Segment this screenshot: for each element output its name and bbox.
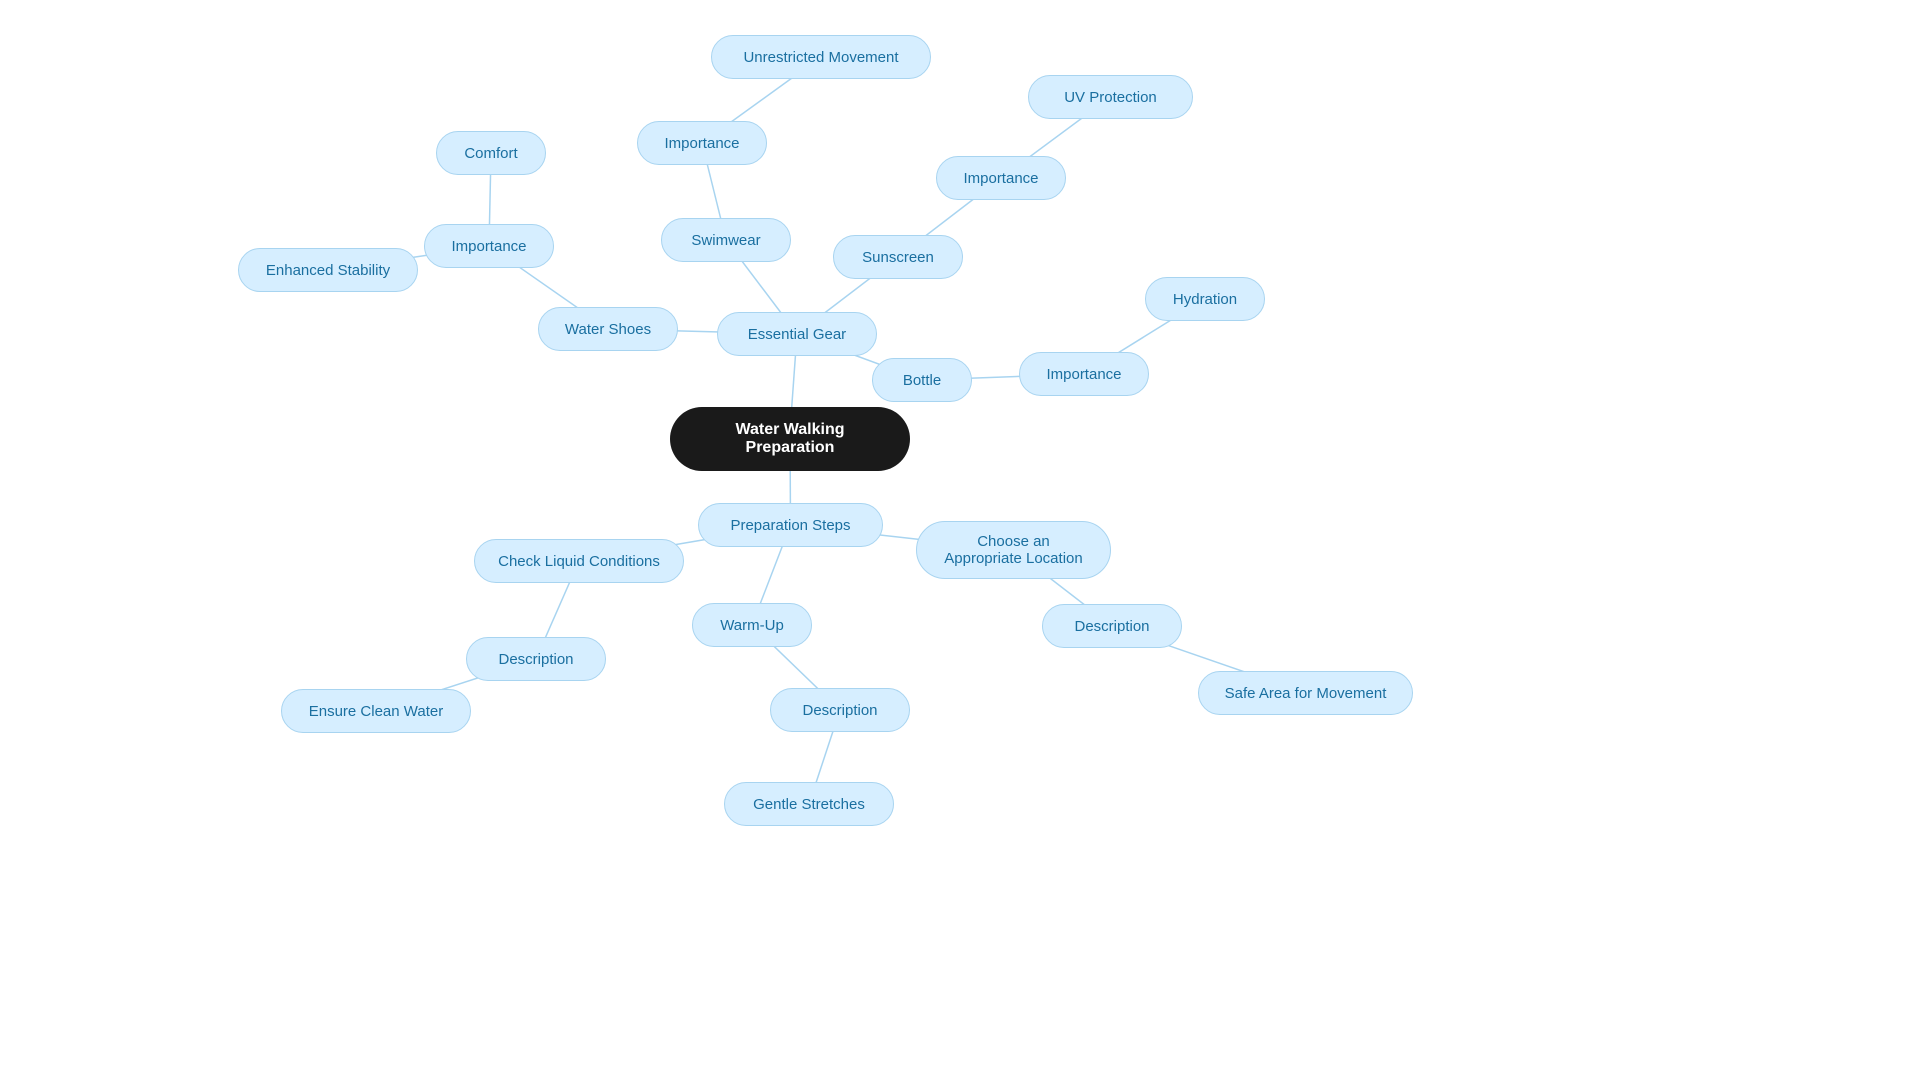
node-desc_location[interactable]: Description (1042, 604, 1182, 648)
node-sunscreen[interactable]: Sunscreen (833, 235, 963, 279)
node-importance_swim[interactable]: Importance (637, 121, 767, 165)
node-prepSteps[interactable]: Preparation Steps (698, 503, 883, 547)
node-ensureClean[interactable]: Ensure Clean Water (281, 689, 471, 733)
node-hydration[interactable]: Hydration (1145, 277, 1265, 321)
node-root[interactable]: Water Walking Preparation (670, 407, 910, 471)
node-importance_sun[interactable]: Importance (936, 156, 1066, 200)
node-essentialGear[interactable]: Essential Gear (717, 312, 877, 356)
node-desc_warmup[interactable]: Description (770, 688, 910, 732)
node-swimwear[interactable]: Swimwear (661, 218, 791, 262)
node-uvProtection[interactable]: UV Protection (1028, 75, 1193, 119)
node-desc_check[interactable]: Description (466, 637, 606, 681)
node-enhancedStability[interactable]: Enhanced Stability (238, 248, 418, 292)
node-safeArea[interactable]: Safe Area for Movement (1198, 671, 1413, 715)
node-warmUp[interactable]: Warm-Up (692, 603, 812, 647)
node-waterShoes[interactable]: Water Shoes (538, 307, 678, 351)
node-bottle[interactable]: Bottle (872, 358, 972, 402)
node-gentleStretches[interactable]: Gentle Stretches (724, 782, 894, 826)
node-comfort[interactable]: Comfort (436, 131, 546, 175)
node-unrestrictedMovement[interactable]: Unrestricted Movement (711, 35, 931, 79)
node-importance_bottle[interactable]: Importance (1019, 352, 1149, 396)
node-checkLiquid[interactable]: Check Liquid Conditions (474, 539, 684, 583)
node-importance_ws[interactable]: Importance (424, 224, 554, 268)
node-chooseLocation[interactable]: Choose an Appropriate Location (916, 521, 1111, 579)
